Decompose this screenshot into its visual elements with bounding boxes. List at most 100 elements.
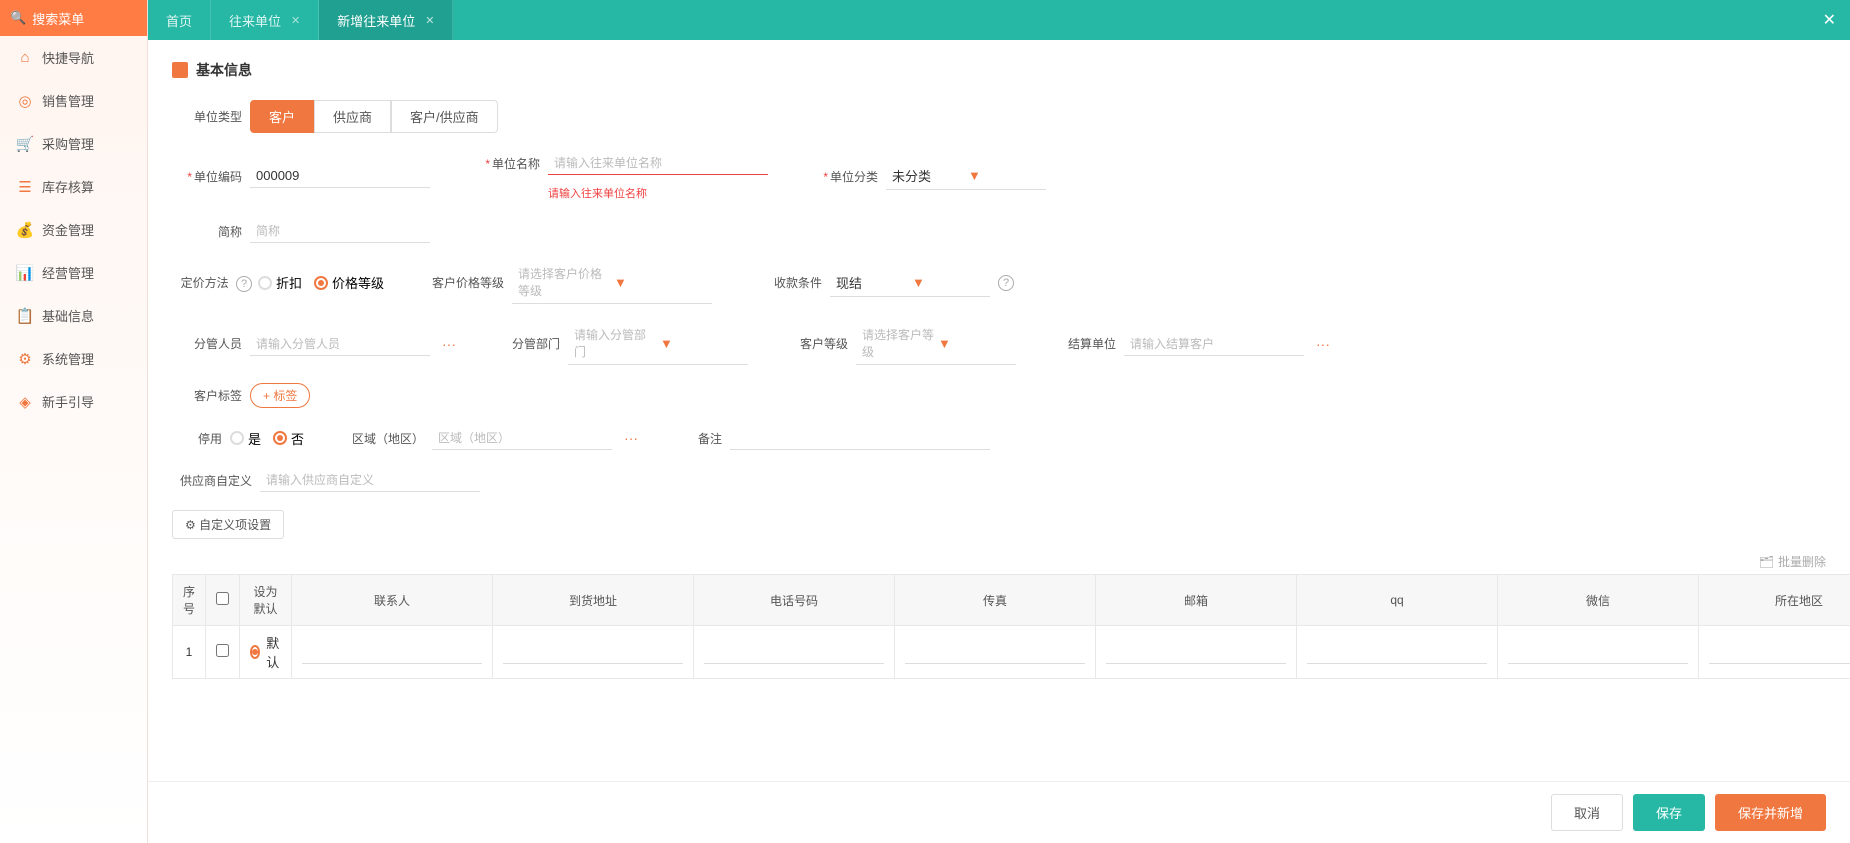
tab-units-close[interactable]: ✕ bbox=[291, 14, 300, 27]
phone-input[interactable] bbox=[704, 640, 884, 664]
sidebar-item-inventory[interactable]: ☰ 库存核算 bbox=[0, 165, 147, 208]
settlement-more-btn[interactable]: ··· bbox=[1312, 336, 1334, 352]
sidebar-item-finance[interactable]: 💰 资金管理 bbox=[0, 208, 147, 251]
payment-terms-select[interactable]: 现结 ▼ bbox=[830, 269, 990, 297]
home-icon: ⌂ bbox=[16, 49, 34, 67]
contact-input[interactable] bbox=[302, 640, 482, 664]
default-radio[interactable]: 默认 bbox=[250, 633, 281, 671]
cancel-button[interactable]: 取消 bbox=[1551, 794, 1623, 831]
form-content: 基本信息 单位类型 客户 供应商 客户/供应商 *单位编码 bbox=[148, 40, 1850, 781]
basic-icon: 📋 bbox=[16, 307, 34, 325]
sidebar-item-operations[interactable]: 📊 经营管理 bbox=[0, 251, 147, 294]
type-btn-supplier[interactable]: 供应商 bbox=[314, 100, 391, 133]
tab-new-unit[interactable]: 新增往来单位 ✕ bbox=[319, 0, 453, 40]
sidebar-item-guide[interactable]: ◈ 新手引导 bbox=[0, 380, 147, 423]
tab-bar: 首页 往来单位 ✕ 新增往来单位 ✕ ✕ bbox=[148, 0, 1850, 40]
select-all-checkbox[interactable] bbox=[216, 592, 229, 605]
col-checkbox bbox=[206, 575, 240, 626]
contacts-table: 序号 设为默认 联系人 到货地址 电话号码 传真 邮箱 qq 微信 所在地区 操… bbox=[172, 574, 1850, 679]
pricing-radio-discount[interactable]: 折扣 bbox=[258, 273, 302, 292]
department-label: 分管部门 bbox=[500, 335, 560, 352]
sidebar-label-purchase: 采购管理 bbox=[42, 134, 94, 153]
unit-type-row: 单位类型 客户 供应商 客户/供应商 bbox=[172, 100, 1826, 133]
address-input[interactable] bbox=[503, 640, 683, 664]
main-area: 首页 往来单位 ✕ 新增往来单位 ✕ ✕ 基本信息 单位类型 客户 供应商 bbox=[148, 0, 1850, 843]
add-tag-button[interactable]: + 标签 bbox=[250, 383, 310, 408]
tab-units[interactable]: 往来单位 ✕ bbox=[211, 0, 319, 40]
disabled-radio-yes[interactable]: 是 bbox=[230, 429, 261, 448]
cell-location bbox=[1699, 626, 1850, 679]
chevron-down-icon3: ▼ bbox=[912, 275, 984, 290]
save-button[interactable]: 保存 bbox=[1633, 794, 1705, 831]
manager-row: 分管人员 ··· 分管部门 请输入分管部门 ▼ 客户等级 请选择客户等级 ▼ bbox=[172, 322, 1826, 365]
qq-input[interactable] bbox=[1307, 640, 1487, 664]
remark-input[interactable] bbox=[730, 426, 990, 450]
type-btn-customer[interactable]: 客户 bbox=[250, 100, 314, 133]
tab-home[interactable]: 首页 bbox=[148, 0, 211, 40]
pricing-help-icon[interactable]: ? bbox=[236, 276, 252, 292]
supplier-custom-field: 供应商自定义 bbox=[172, 468, 480, 492]
sidebar: 🔍 搜索菜单 ⌂ 快捷导航 ◎ 销售管理 🛒 采购管理 ☰ 库存核算 💰 资金管… bbox=[0, 0, 148, 843]
col-email: 邮箱 bbox=[1096, 575, 1297, 626]
unit-code-input[interactable] bbox=[250, 164, 430, 188]
sidebar-label-system: 系统管理 bbox=[42, 349, 94, 368]
disabled-field: 停用 是 否 bbox=[172, 429, 304, 448]
guide-icon: ◈ bbox=[16, 393, 34, 411]
col-location: 所在地区 bbox=[1699, 575, 1850, 626]
sidebar-item-quick-nav[interactable]: ⌂ 快捷导航 bbox=[0, 36, 147, 79]
radio-dot-no bbox=[273, 431, 287, 445]
location-input[interactable] bbox=[1709, 640, 1850, 664]
short-name-input[interactable] bbox=[250, 219, 430, 243]
disabled-radio-no[interactable]: 否 bbox=[273, 429, 304, 448]
region-input[interactable] bbox=[432, 426, 612, 450]
manager-more-btn[interactable]: ··· bbox=[438, 336, 460, 352]
sidebar-item-basic[interactable]: 📋 基础信息 bbox=[0, 294, 147, 337]
email-input[interactable] bbox=[1106, 640, 1286, 664]
save-new-button[interactable]: 保存并新增 bbox=[1715, 794, 1826, 831]
section-title: 基本信息 bbox=[196, 60, 252, 80]
purchase-icon: 🛒 bbox=[16, 135, 34, 153]
sidebar-item-system[interactable]: ⚙ 系统管理 bbox=[0, 337, 147, 380]
row-checkbox[interactable] bbox=[216, 644, 229, 657]
type-btn-both[interactable]: 客户/供应商 bbox=[391, 100, 498, 133]
settlement-unit-field: 结算单位 ··· bbox=[1056, 332, 1334, 356]
col-seq: 序号 bbox=[173, 575, 206, 626]
wechat-input[interactable] bbox=[1508, 640, 1688, 664]
sidebar-label-operations: 经营管理 bbox=[42, 263, 94, 282]
manager-label: 分管人员 bbox=[172, 335, 242, 352]
settlement-unit-input[interactable] bbox=[1124, 332, 1304, 356]
pricing-radio-level[interactable]: 价格等级 bbox=[314, 273, 384, 292]
customer-level-select[interactable]: 请选择客户等级 ▼ bbox=[856, 322, 1016, 365]
sidebar-item-purchase[interactable]: 🛒 采购管理 bbox=[0, 122, 147, 165]
tab-home-label: 首页 bbox=[166, 11, 192, 30]
chevron-down-icon5: ▼ bbox=[938, 336, 1010, 351]
unit-name-input[interactable] bbox=[548, 151, 768, 175]
department-select[interactable]: 请输入分管部门 ▼ bbox=[568, 322, 748, 365]
sidebar-item-sales[interactable]: ◎ 销售管理 bbox=[0, 79, 147, 122]
customer-level-label: 客户等级 bbox=[788, 335, 848, 352]
sidebar-search[interactable]: 🔍 搜索菜单 bbox=[0, 0, 147, 36]
payment-terms-label: 收款条件 bbox=[752, 274, 822, 291]
col-fax: 传真 bbox=[895, 575, 1096, 626]
payment-help-icon[interactable]: ? bbox=[998, 275, 1014, 291]
region-more-btn[interactable]: ··· bbox=[620, 430, 642, 446]
inventory-icon: ☰ bbox=[16, 178, 34, 196]
unit-type-label: 单位类型 bbox=[172, 108, 242, 125]
supplier-custom-input[interactable] bbox=[260, 468, 480, 492]
batch-delete-icon: 🗂 bbox=[1759, 555, 1774, 569]
code-name-category-row: *单位编码 *单位名称 请输入往来单位名称 *单位分类 bbox=[172, 151, 1826, 201]
window-close-button[interactable]: ✕ bbox=[1809, 0, 1850, 40]
tab-new-unit-close[interactable]: ✕ bbox=[425, 14, 434, 27]
unit-code-field: *单位编码 bbox=[172, 164, 430, 188]
customer-price-level-select[interactable]: 请选择客户价格等级 ▼ bbox=[512, 261, 712, 304]
batch-delete-label[interactable]: 批量删除 bbox=[1778, 553, 1826, 570]
radio-dot-level bbox=[314, 276, 328, 290]
section-header: 基本信息 bbox=[172, 60, 1826, 80]
unit-category-select[interactable]: 未分类 ▼ bbox=[886, 162, 1046, 190]
manager-input[interactable] bbox=[250, 332, 430, 356]
cell-checkbox bbox=[206, 626, 240, 679]
radio-dot-yes bbox=[230, 431, 244, 445]
cell-contact bbox=[292, 626, 493, 679]
fax-input[interactable] bbox=[905, 640, 1085, 664]
custom-settings-button[interactable]: ⚙ 自定义项设置 bbox=[172, 510, 284, 539]
